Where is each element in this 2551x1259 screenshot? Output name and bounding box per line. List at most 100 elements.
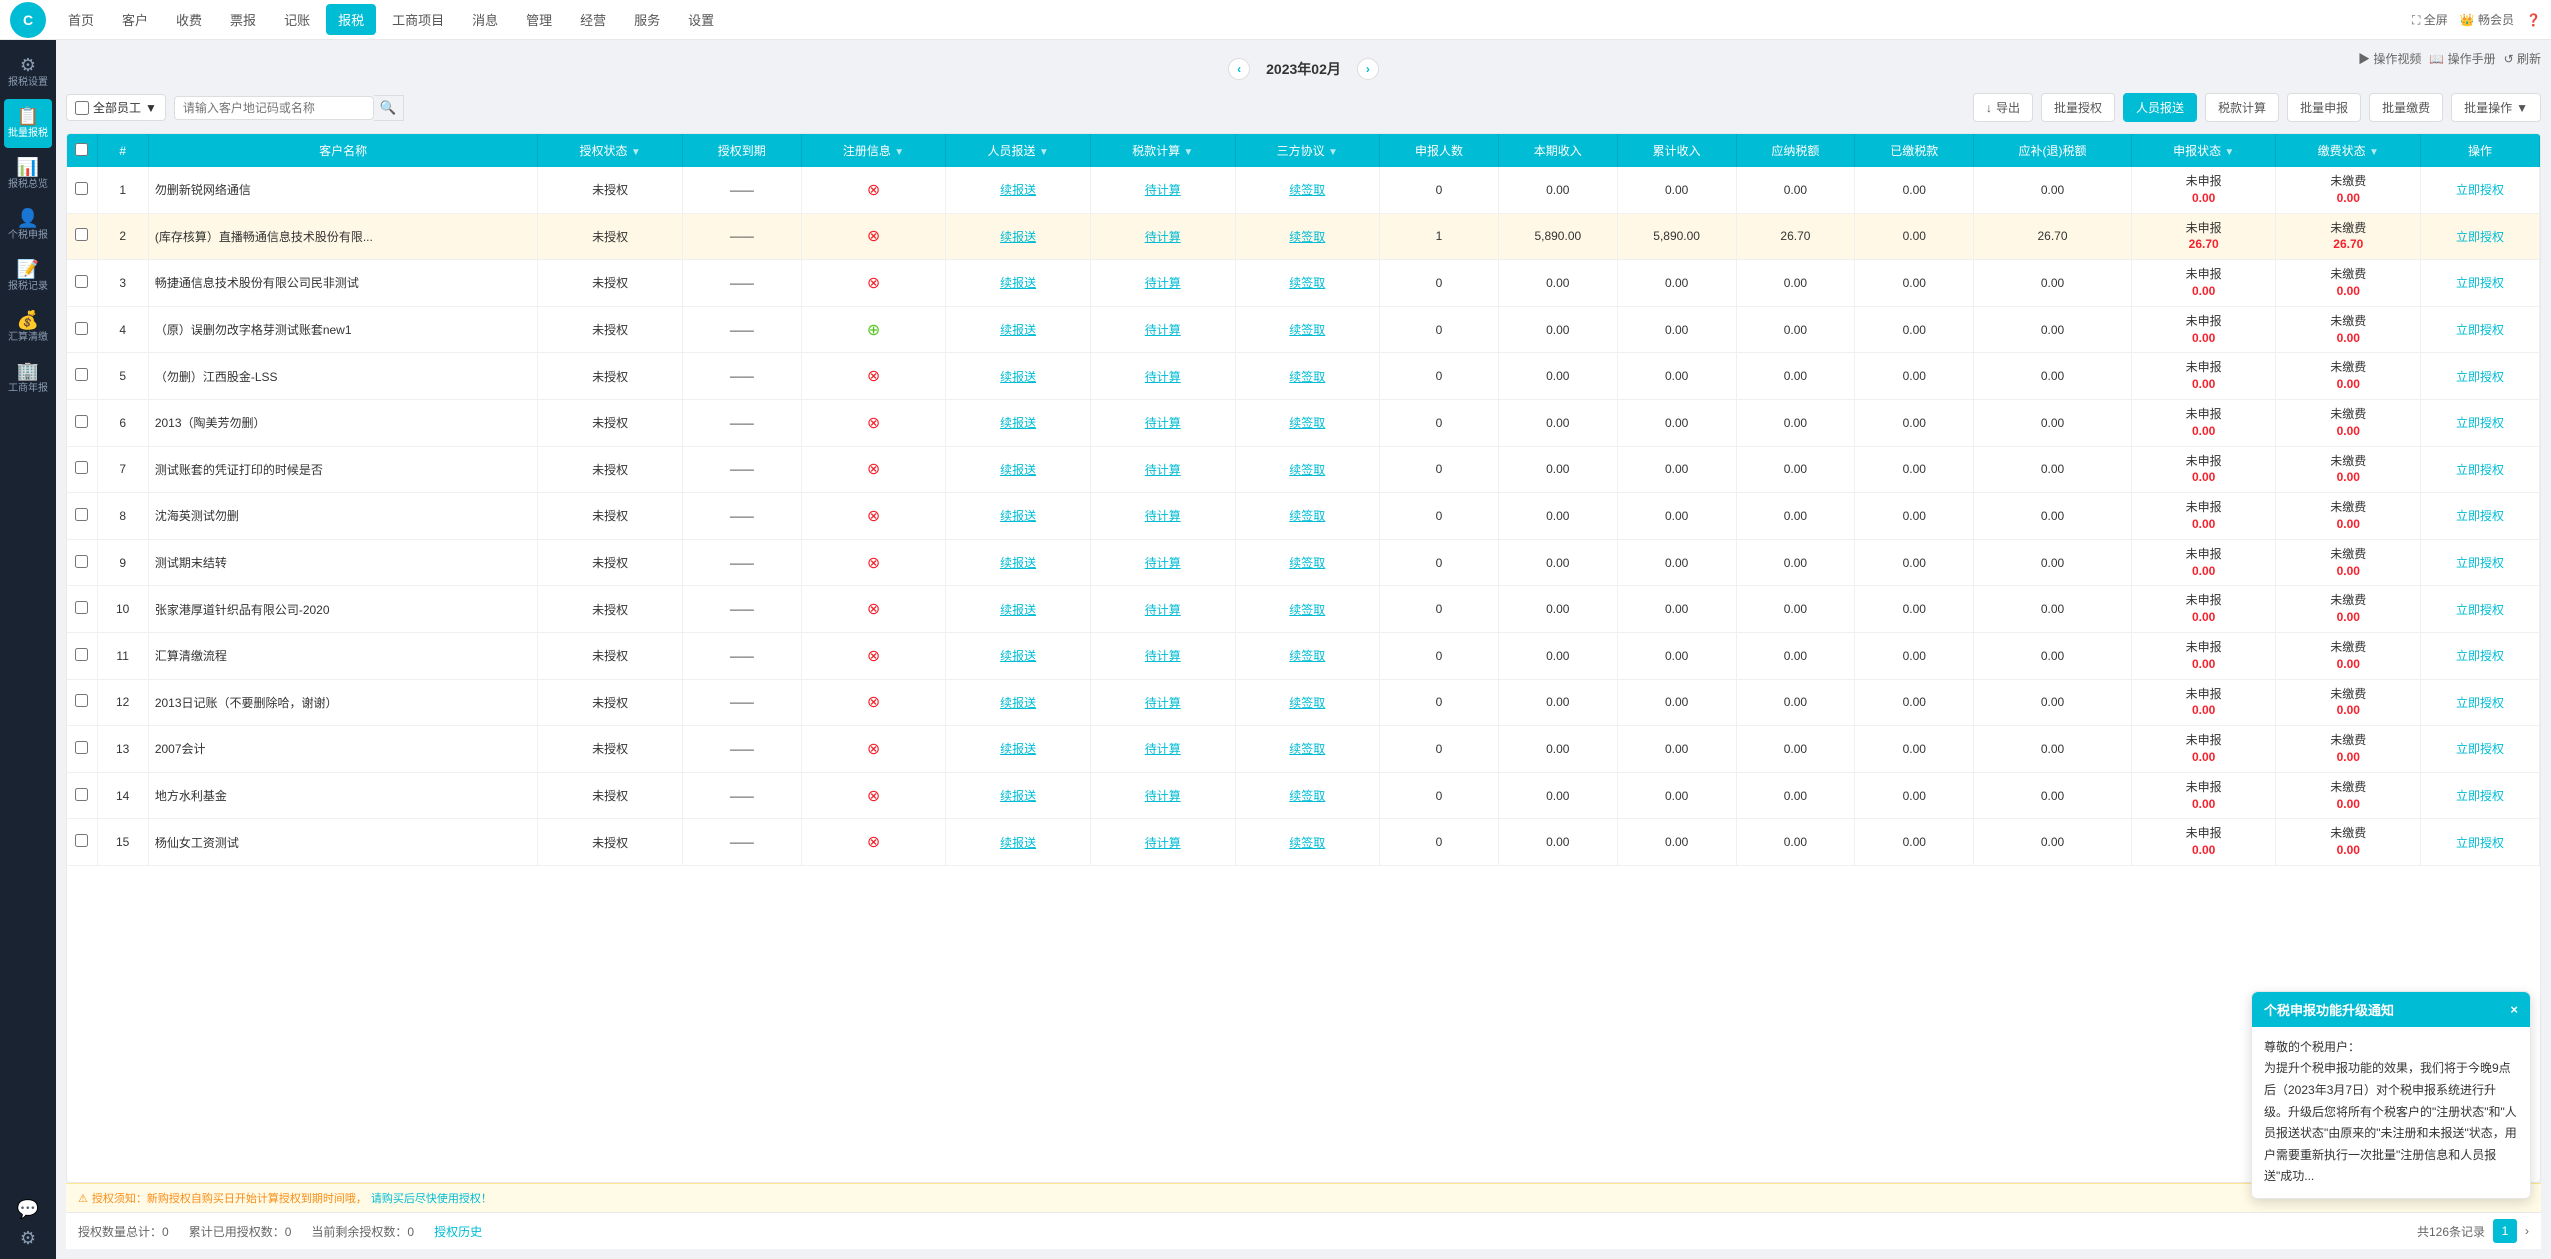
batch-auth-button[interactable]: 批量授权 xyxy=(2041,93,2115,122)
tax-calc-link[interactable]: 待计算 xyxy=(1145,649,1181,663)
person-report-link[interactable]: 续报送 xyxy=(1000,276,1036,290)
row-checkbox[interactable] xyxy=(75,461,88,474)
tax-calc-link[interactable]: 待计算 xyxy=(1145,696,1181,710)
sidebar-item-annual[interactable]: 🏢 工商年报 xyxy=(4,354,52,403)
next-page-btn[interactable]: › xyxy=(2525,1224,2529,1238)
action-link[interactable]: 立即授权 xyxy=(2456,649,2504,663)
th-pay-status[interactable]: 缴费状态 ▼ xyxy=(2276,134,2421,167)
person-report-link[interactable]: 续报送 xyxy=(1000,463,1036,477)
nav-item-fee[interactable]: 收费 xyxy=(164,4,214,35)
third-party-link[interactable]: 续签取 xyxy=(1289,742,1325,756)
sidebar-bottom-icon2[interactable]: ⚙ xyxy=(20,1228,36,1249)
sidebar-item-settlement[interactable]: 💰 汇算清缴 xyxy=(4,303,52,352)
th-tax-calc[interactable]: 税款计算 ▼ xyxy=(1090,134,1235,167)
sidebar-item-tax-overview[interactable]: 📊 报税总览 xyxy=(4,150,52,199)
third-party-link[interactable]: 续签取 xyxy=(1289,463,1325,477)
th-auth-status[interactable]: 授权状态 ▼ xyxy=(538,134,683,167)
row-checkbox[interactable] xyxy=(75,555,88,568)
person-report-link[interactable]: 续报送 xyxy=(1000,416,1036,430)
sidebar-bottom-icon[interactable]: 💬 xyxy=(17,1199,39,1220)
person-report-link[interactable]: 续报送 xyxy=(1000,323,1036,337)
row-checkbox[interactable] xyxy=(75,182,88,195)
sidebar-item-tax-settings[interactable]: ⚙ 报税设置 xyxy=(4,48,52,97)
refresh-btn[interactable]: ↺ 刷新 xyxy=(2504,50,2541,67)
person-report-link[interactable]: 续报送 xyxy=(1000,649,1036,663)
row-checkbox[interactable] xyxy=(75,275,88,288)
tax-calc-link[interactable]: 待计算 xyxy=(1145,603,1181,617)
third-party-link[interactable]: 续签取 xyxy=(1289,696,1325,710)
row-checkbox[interactable] xyxy=(75,228,88,241)
tax-calc-link[interactable]: 待计算 xyxy=(1145,183,1181,197)
action-link[interactable]: 立即授权 xyxy=(2456,230,2504,244)
person-report-link[interactable]: 续报送 xyxy=(1000,230,1036,244)
page-num-1[interactable]: 1 xyxy=(2493,1219,2517,1243)
person-report-link[interactable]: 续报送 xyxy=(1000,556,1036,570)
tax-calc-link[interactable]: 待计算 xyxy=(1145,789,1181,803)
th-reg-info[interactable]: 注册信息 ▼ xyxy=(801,134,946,167)
nav-item-home[interactable]: 首页 xyxy=(56,4,106,35)
nav-item-management[interactable]: 管理 xyxy=(514,4,564,35)
action-link[interactable]: 立即授权 xyxy=(2456,742,2504,756)
warning-link[interactable]: 请购买后尽快使用授权！ xyxy=(371,1190,492,1206)
nav-item-accounts[interactable]: 记账 xyxy=(272,4,322,35)
logo[interactable]: C xyxy=(10,2,46,38)
tax-calc-button[interactable]: 税款计算 xyxy=(2205,93,2279,122)
person-report-link[interactable]: 续报送 xyxy=(1000,742,1036,756)
row-checkbox[interactable] xyxy=(75,741,88,754)
nav-item-tax[interactable]: 报税 xyxy=(326,4,376,35)
th-third-party[interactable]: 三方协议 ▼ xyxy=(1235,134,1380,167)
row-checkbox[interactable] xyxy=(75,788,88,801)
sidebar-item-tax-record[interactable]: 📝 报税记录 xyxy=(4,252,52,301)
search-input[interactable] xyxy=(174,96,374,120)
third-party-link[interactable]: 续签取 xyxy=(1289,789,1325,803)
search-button[interactable]: 🔍 xyxy=(374,95,404,121)
person-report-link[interactable]: 续报送 xyxy=(1000,789,1036,803)
row-checkbox[interactable] xyxy=(75,834,88,847)
third-party-link[interactable]: 续签取 xyxy=(1289,370,1325,384)
operation-video-btn[interactable]: ▶ 操作视频 xyxy=(2358,50,2421,67)
action-link[interactable]: 立即授权 xyxy=(2456,323,2504,337)
person-report-button[interactable]: 人员报送 xyxy=(2123,93,2197,122)
action-link[interactable]: 立即授权 xyxy=(2456,276,2504,290)
third-party-link[interactable]: 续签取 xyxy=(1289,323,1325,337)
nav-item-ticket[interactable]: 票报 xyxy=(218,4,268,35)
third-party-link[interactable]: 续签取 xyxy=(1289,556,1325,570)
export-button[interactable]: ↓ 导出 xyxy=(1973,93,2033,122)
third-party-link[interactable]: 续签取 xyxy=(1289,603,1325,617)
tax-calc-link[interactable]: 待计算 xyxy=(1145,836,1181,850)
row-checkbox[interactable] xyxy=(75,648,88,661)
batch-operation-button[interactable]: 批量操作 ▼ xyxy=(2451,93,2541,122)
tax-calc-link[interactable]: 待计算 xyxy=(1145,276,1181,290)
tax-calc-link[interactable]: 待计算 xyxy=(1145,509,1181,523)
tax-calc-link[interactable]: 待计算 xyxy=(1145,556,1181,570)
operation-manual-btn[interactable]: 📖 操作手册 xyxy=(2429,50,2495,67)
person-report-link[interactable]: 续报送 xyxy=(1000,696,1036,710)
third-party-link[interactable]: 续签取 xyxy=(1289,649,1325,663)
row-checkbox[interactable] xyxy=(75,601,88,614)
th-declare-status[interactable]: 申报状态 ▼ xyxy=(2131,134,2276,167)
person-report-link[interactable]: 续报送 xyxy=(1000,370,1036,384)
select-all-checkbox[interactable] xyxy=(75,143,88,156)
third-party-link[interactable]: 续签取 xyxy=(1289,836,1325,850)
action-link[interactable]: 立即授权 xyxy=(2456,183,2504,197)
tax-calc-link[interactable]: 待计算 xyxy=(1145,323,1181,337)
third-party-link[interactable]: 续签取 xyxy=(1289,183,1325,197)
batch-pay-button[interactable]: 批量缴费 xyxy=(2369,93,2443,122)
tax-calc-link[interactable]: 待计算 xyxy=(1145,416,1181,430)
third-party-link[interactable]: 续签取 xyxy=(1289,230,1325,244)
row-checkbox[interactable] xyxy=(75,368,88,381)
row-checkbox[interactable] xyxy=(75,508,88,521)
tax-calc-link[interactable]: 待计算 xyxy=(1145,230,1181,244)
action-link[interactable]: 立即授权 xyxy=(2456,556,2504,570)
person-report-link[interactable]: 续报送 xyxy=(1000,183,1036,197)
nav-item-operation[interactable]: 经营 xyxy=(568,4,618,35)
next-month-btn[interactable]: › xyxy=(1357,58,1379,80)
action-link[interactable]: 立即授权 xyxy=(2456,836,2504,850)
third-party-link[interactable]: 续签取 xyxy=(1289,416,1325,430)
action-link[interactable]: 立即授权 xyxy=(2456,370,2504,384)
third-party-link[interactable]: 续签取 xyxy=(1289,509,1325,523)
help-btn[interactable]: ❓ xyxy=(2526,13,2541,27)
fullscreen-btn[interactable]: ⛶ 全屏 xyxy=(2412,11,2448,28)
action-link[interactable]: 立即授权 xyxy=(2456,696,2504,710)
tax-calc-link[interactable]: 待计算 xyxy=(1145,463,1181,477)
